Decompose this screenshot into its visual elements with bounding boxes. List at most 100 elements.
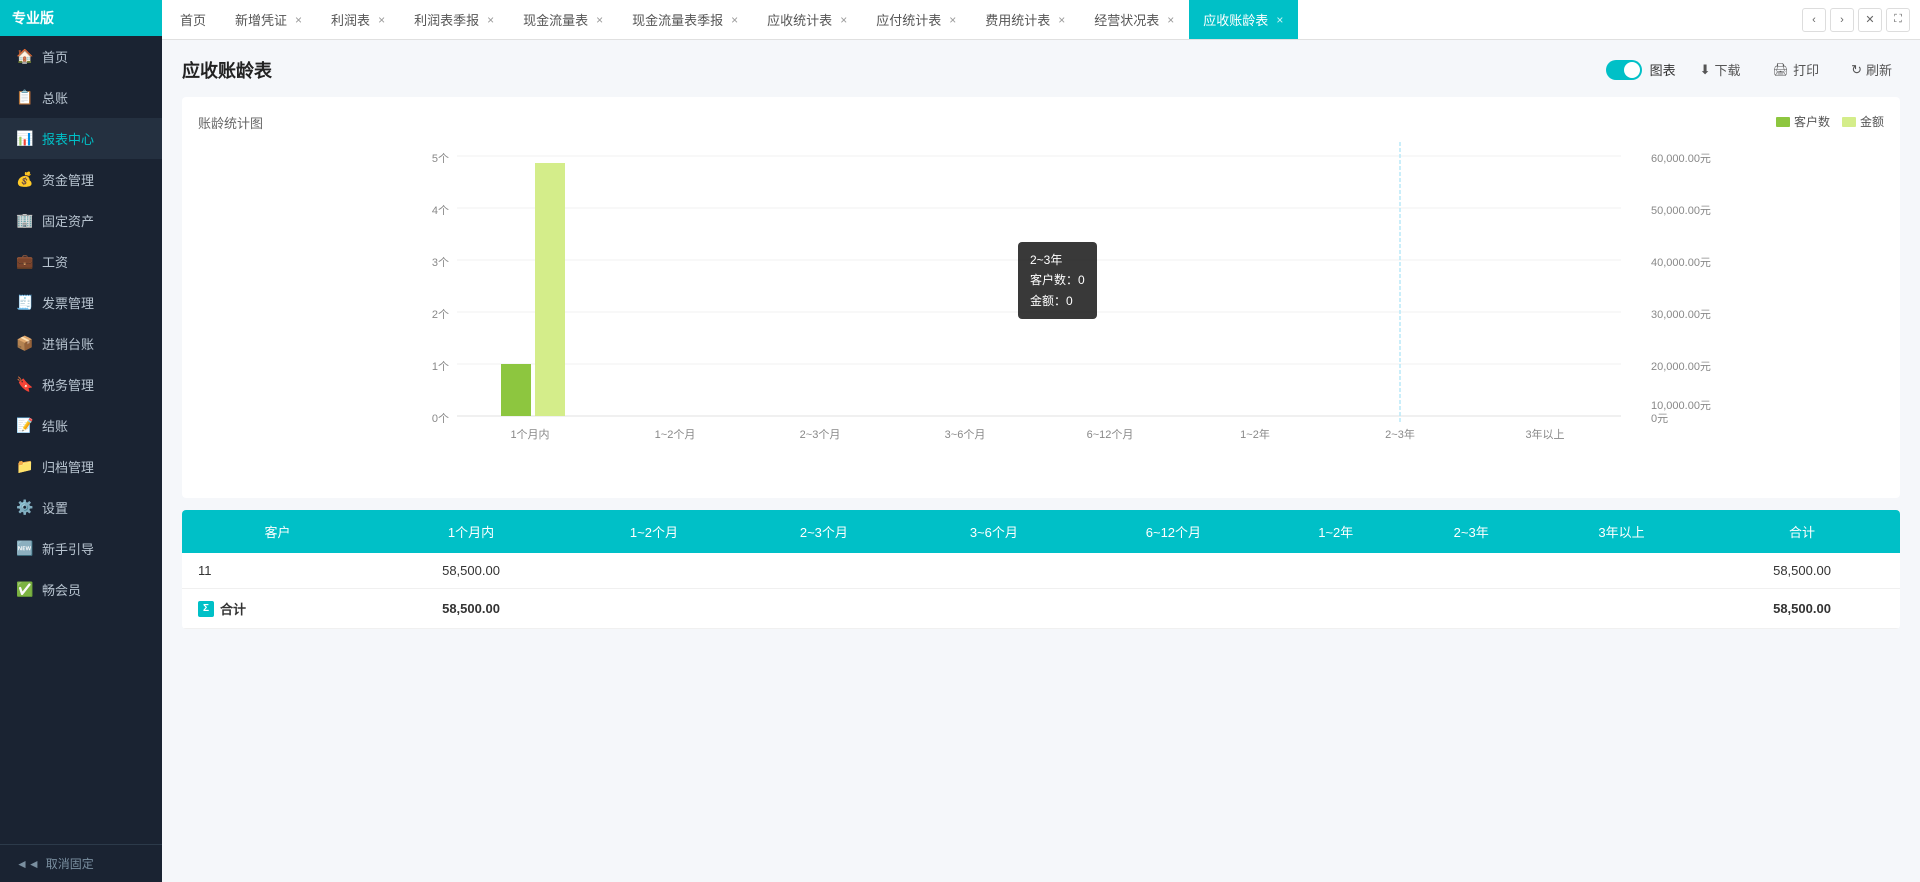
sidebar-item-vip[interactable]: ✅ 畅会员 (0, 569, 162, 610)
total-total: 58,500.00 (1704, 589, 1900, 629)
sidebar-item-assets[interactable]: 🏢 固定资产 (0, 200, 162, 241)
tab-cashflow[interactable]: 现金流量表 × (509, 0, 618, 40)
sidebar-item-guide[interactable]: 🆕 新手引导 (0, 528, 162, 569)
svg-text:30,000.00元: 30,000.00元 (1651, 309, 1711, 321)
cell-m23 (739, 553, 909, 589)
col-m12: 1~2个月 (569, 510, 739, 553)
cell-m612 (1079, 553, 1268, 589)
wages-icon: 💼 (16, 253, 34, 270)
col-total: 合计 (1704, 510, 1900, 553)
tab-close-icon[interactable]: × (840, 13, 847, 27)
cell-m1: 58,500.00 (373, 553, 569, 589)
tab-ap-stats[interactable]: 应付统计表 × (862, 0, 971, 40)
tab-label: 应收账龄表 (1203, 10, 1268, 29)
total-m36 (909, 589, 1079, 629)
chart-title: 账龄统计图 (198, 113, 1884, 132)
bar-amount-0 (535, 163, 565, 416)
table-row: 11 58,500.00 58,500.00 (182, 553, 1900, 589)
svg-text:2~3年: 2~3年 (1385, 427, 1415, 441)
sidebar-item-label: 固定资产 (42, 211, 94, 230)
sidebar-item-inventory[interactable]: 📦 进销台账 (0, 323, 162, 364)
tab-close-all-button[interactable]: ✕ (1858, 8, 1882, 32)
tab-label: 费用统计表 (985, 10, 1050, 29)
svg-text:20,000.00元: 20,000.00元 (1651, 361, 1711, 373)
total-m23 (739, 589, 909, 629)
tab-close-icon[interactable]: × (596, 13, 603, 27)
tab-close-icon[interactable]: × (1167, 13, 1174, 27)
content-area: 应收账龄表 图表 ⬇ 下载 🖨 打印 ↻ 刷新 (162, 40, 1920, 882)
tab-bar: 首页 新增凭证 × 利润表 × 利润表季报 × 现金流量表 × 现金流量表季报 … (162, 0, 1920, 40)
tab-biz-status[interactable]: 经营状况表 × (1080, 0, 1189, 40)
sidebar-item-label: 报表中心 (42, 129, 94, 148)
sidebar-item-archive[interactable]: 📁 归档管理 (0, 446, 162, 487)
tab-label: 现金流量表 (523, 10, 588, 29)
tab-expense-stats[interactable]: 费用统计表 × (971, 0, 1080, 40)
svg-text:6~12个月: 6~12个月 (1087, 428, 1134, 441)
svg-text:10,000.00元: 10,000.00元 (1651, 400, 1711, 412)
tab-close-icon[interactable]: × (378, 13, 385, 27)
reports-icon: 📊 (16, 130, 34, 147)
chart-container: 5个 4个 3个 2个 1个 0个 60,000.00元 50,000.00元 … (198, 142, 1884, 482)
sidebar-item-label: 进销台账 (42, 334, 94, 353)
tab-label: 首页 (180, 10, 206, 29)
tab-close-icon[interactable]: × (731, 13, 738, 27)
cell-y12 (1268, 553, 1403, 589)
sidebar-item-tax[interactable]: 🔖 税务管理 (0, 364, 162, 405)
tab-profit[interactable]: 利润表 × (317, 0, 400, 40)
sidebar-item-ledger[interactable]: 📋 总账 (0, 77, 162, 118)
col-customer: 客户 (182, 510, 373, 553)
assets-icon: 🏢 (16, 212, 34, 229)
tab-label: 利润表季报 (414, 10, 479, 29)
inventory-icon: 📦 (16, 335, 34, 352)
sidebar-item-label: 归档管理 (42, 457, 94, 476)
tab-close-icon[interactable]: × (295, 13, 302, 27)
tab-profit-quarterly[interactable]: 利润表季报 × (400, 0, 509, 40)
total-y3plus (1539, 589, 1704, 629)
svg-text:1个月内: 1个月内 (510, 427, 549, 441)
sidebar-item-close[interactable]: 📝 结账 (0, 405, 162, 446)
chart-card: 账龄统计图 客户数 金额 5个 4个 3个 2个 1个 (182, 97, 1900, 498)
sidebar-item-wages[interactable]: 💼 工资 (0, 241, 162, 282)
sidebar-item-funds[interactable]: 💰 资金管理 (0, 159, 162, 200)
tab-maximize-button[interactable]: ⛶ (1886, 8, 1910, 32)
unpin-sidebar-button[interactable]: ◄◄ 取消固定 (0, 844, 162, 882)
sidebar-item-settings[interactable]: ⚙️ 设置 (0, 487, 162, 528)
legend-customers: 客户数 (1776, 113, 1830, 130)
refresh-button[interactable]: ↻ 刷新 (1843, 56, 1900, 83)
tab-ar-aging[interactable]: 应收账龄表 × (1189, 0, 1298, 40)
total-y12 (1268, 589, 1403, 629)
svg-text:0元: 0元 (1651, 413, 1668, 425)
download-label: 下载 (1715, 60, 1741, 79)
tab-close-icon[interactable]: × (1058, 13, 1065, 27)
chart-toggle[interactable] (1606, 60, 1642, 80)
download-button[interactable]: ⬇ 下载 (1692, 56, 1749, 83)
tab-ar-stats[interactable]: 应收统计表 × (753, 0, 862, 40)
svg-text:3~6个月: 3~6个月 (945, 428, 986, 441)
sidebar-item-label: 总账 (42, 88, 68, 107)
tab-prev-button[interactable]: ‹ (1802, 8, 1826, 32)
header-actions: 图表 ⬇ 下载 🖨 打印 ↻ 刷新 (1606, 56, 1900, 83)
svg-text:0个: 0个 (432, 412, 449, 425)
tab-home[interactable]: 首页 (166, 0, 221, 40)
svg-text:60,000.00元: 60,000.00元 (1651, 153, 1711, 165)
tab-voucher[interactable]: 新增凭证 × (221, 0, 317, 40)
tab-close-icon[interactable]: × (1276, 13, 1283, 27)
ledger-icon: 📋 (16, 89, 34, 106)
cell-m36 (909, 553, 1079, 589)
tab-close-icon[interactable]: × (487, 13, 494, 27)
tab-cashflow-quarterly[interactable]: 现金流量表季报 × (618, 0, 753, 40)
sidebar-item-reports[interactable]: 📊 报表中心 (0, 118, 162, 159)
chart-toggle-wrap: 图表 (1606, 60, 1676, 80)
chart-legend: 客户数 金额 (1776, 113, 1884, 130)
sidebar-item-label: 畅会员 (42, 580, 81, 599)
svg-text:40,000.00元: 40,000.00元 (1651, 257, 1711, 269)
settings-icon: ⚙️ (16, 499, 34, 516)
sidebar-item-invoices[interactable]: 🧾 发票管理 (0, 282, 162, 323)
sidebar-item-home[interactable]: 🏠 首页 (0, 36, 162, 77)
svg-text:1~2年: 1~2年 (1240, 427, 1270, 441)
print-button[interactable]: 🖨 打印 (1765, 56, 1828, 83)
tab-next-button[interactable]: › (1830, 8, 1854, 32)
sidebar-item-label: 税务管理 (42, 375, 94, 394)
tab-close-icon[interactable]: × (949, 13, 956, 27)
sidebar-item-label: 结账 (42, 416, 68, 435)
